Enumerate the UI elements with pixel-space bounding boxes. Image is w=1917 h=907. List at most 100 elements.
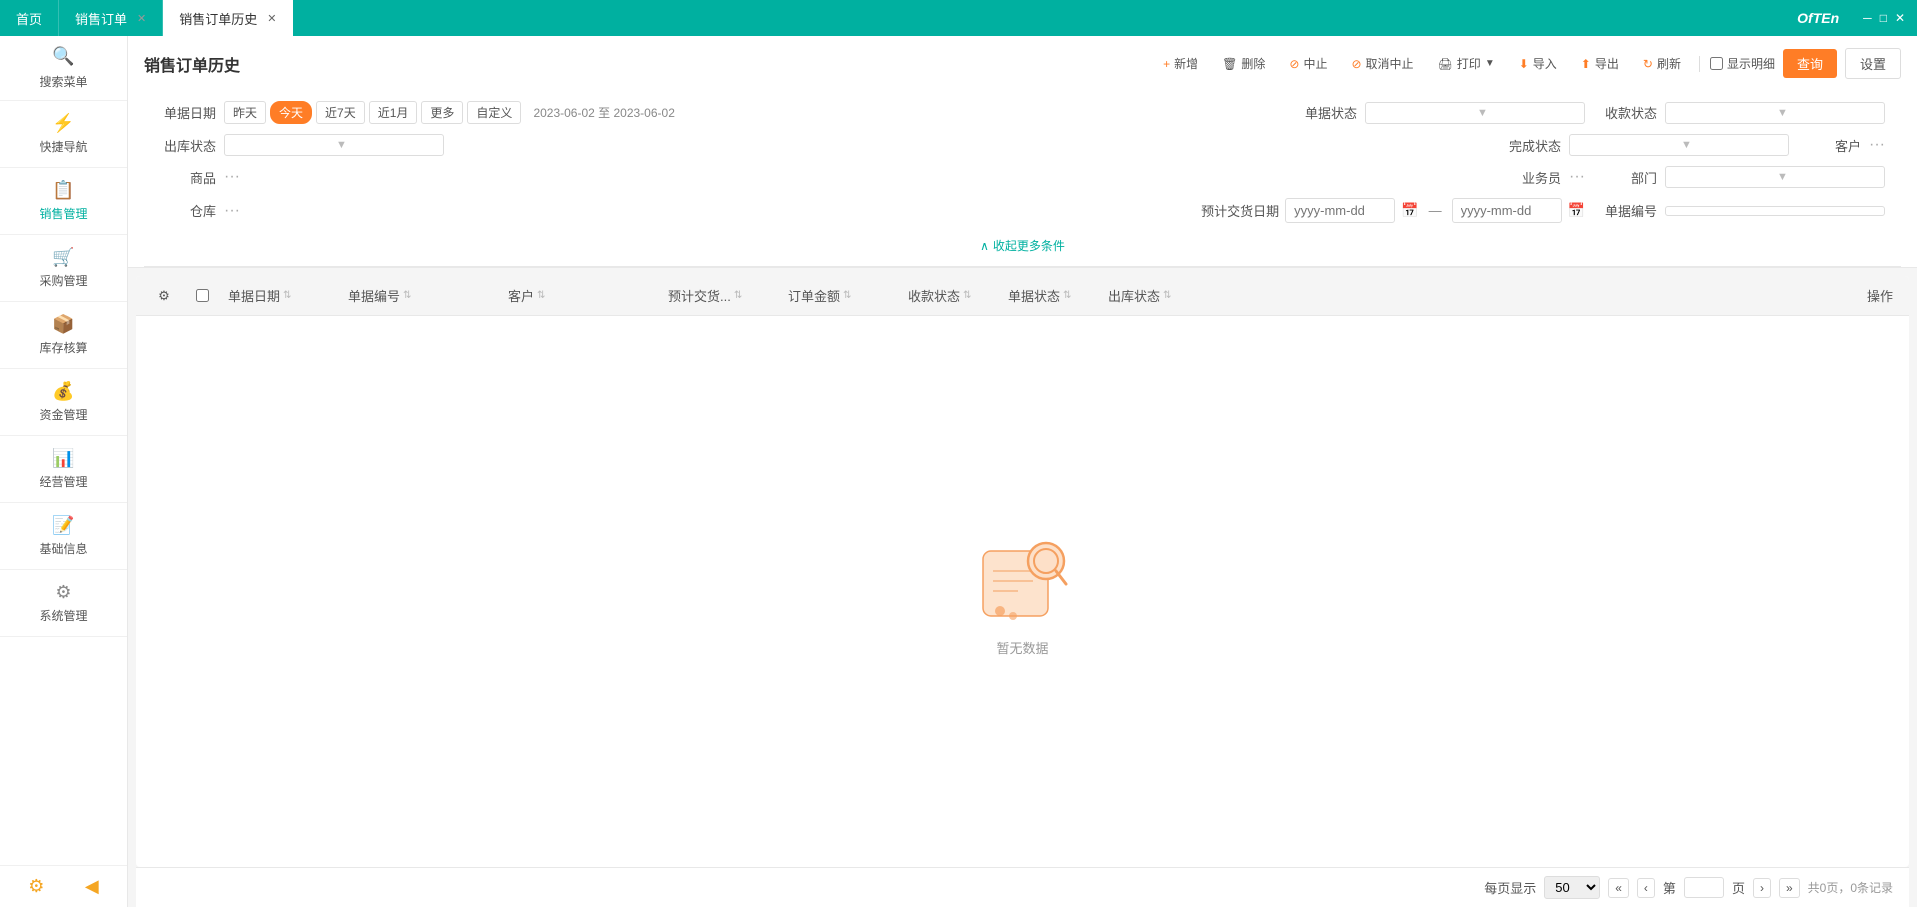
empty-state: 暂无数据 [923, 486, 1123, 697]
filter-row-4: 仓库 ··· 预计交货日期 📅 — 📅 单据编号 [160, 198, 1885, 223]
th-check[interactable] [184, 289, 220, 302]
date-btn-more[interactable]: 更多 [421, 101, 463, 124]
refresh-button[interactable]: ↻ 刷新 [1635, 51, 1689, 76]
sidebar-purchase-label: 采购管理 [39, 272, 87, 289]
th-doc-status[interactable]: 单据状态 ⇅ [1000, 286, 1100, 305]
window-close-button[interactable]: ✕ [1895, 11, 1905, 25]
sort-amount-icon: ⇅ [843, 291, 851, 301]
sidebar-item-finance[interactable]: 💰 资金管理 [0, 369, 127, 436]
th-settings[interactable]: ⚙ [144, 288, 184, 304]
tab-home[interactable]: 首页 [0, 0, 59, 36]
top-bar-right: OfTEn ─ □ ✕ [1781, 10, 1917, 26]
date-btn-7days[interactable]: 近7天 [316, 101, 365, 124]
import-button[interactable]: ⬇ 导入 [1511, 51, 1565, 76]
cancel-stop-button[interactable]: ⊘ 取消中止 [1343, 51, 1421, 76]
print-button[interactable]: 🖨 打印 ▼ [1430, 51, 1503, 76]
sidebar-base-info-label: 基础信息 [39, 540, 87, 557]
purchase-mgmt-icon: 🛒 [52, 247, 74, 268]
delivery-end-input[interactable] [1452, 198, 1562, 223]
current-page-input[interactable]: 1 [1684, 877, 1724, 898]
th-ops: 操作 [1200, 286, 1901, 305]
delete-icon: 🗑 [1222, 57, 1237, 71]
prev-page-button[interactable]: ‹ [1637, 878, 1655, 898]
sort-number-icon: ⇅ [403, 291, 411, 301]
doc-number-input[interactable] [1665, 206, 1885, 216]
customer-label: 客户 [1805, 136, 1861, 155]
sidebar-item-base-info[interactable]: 📝 基础信息 [0, 503, 127, 570]
complete-status-select[interactable]: ▼ [1569, 134, 1789, 156]
brand-text: OfTEn [1781, 10, 1855, 26]
sidebar-inventory-label: 库存核算 [39, 339, 87, 356]
sidebar-item-inventory[interactable]: 📦 库存核算 [0, 302, 127, 369]
salesperson-label: 业务员 [1505, 168, 1561, 187]
warehouse-input[interactable]: ··· [224, 202, 240, 220]
toolbar-divider [1699, 56, 1700, 72]
collapse-bar[interactable]: ∧ 收起更多条件 [160, 233, 1885, 256]
sidebar-item-purchase-mgmt[interactable]: 🛒 采购管理 [0, 235, 127, 302]
filter-row-1: 单据日期 昨天 今天 近7天 近1月 更多 自定义 2023-06-02 至 2… [160, 101, 1885, 124]
dept-select[interactable]: ▼ [1665, 166, 1885, 188]
th-pay-status[interactable]: 收款状态 ⇅ [900, 286, 1000, 305]
th-delivery[interactable]: 预计交货... ⇅ [660, 286, 780, 305]
settings-button[interactable]: 设置 [1845, 48, 1901, 79]
refresh-icon: ↻ [1643, 57, 1653, 71]
print-arrow: ▼ [1485, 58, 1495, 69]
date-btn-group: 昨天 今天 近7天 近1月 更多 自定义 [224, 101, 521, 124]
maximize-button[interactable]: □ [1880, 11, 1887, 25]
system-icon: ⚙ [55, 582, 71, 603]
next-page-button[interactable]: › [1753, 878, 1771, 898]
th-amount[interactable]: 订单金额 ⇅ [780, 286, 900, 305]
sidebar-item-operations[interactable]: 📊 经营管理 [0, 436, 127, 503]
th-date[interactable]: 单据日期 ⇅ [220, 286, 340, 305]
close-sales-history-tab[interactable]: ✕ [267, 12, 276, 25]
pay-status-select[interactable]: ▼ [1665, 102, 1885, 124]
cal-start-icon[interactable]: 📅 [1401, 202, 1418, 219]
tab-home-label: 首页 [16, 9, 42, 28]
sidebar-item-quick-nav[interactable]: ⚡ 快捷导航 [0, 101, 127, 168]
date-dash: — [1425, 203, 1446, 218]
tab-sales-history[interactable]: 销售订单历史 ✕ [163, 0, 293, 36]
salesperson-input[interactable]: ··· [1569, 168, 1585, 186]
show-detail-input[interactable] [1710, 57, 1723, 70]
delete-button[interactable]: 🗑 删除 [1214, 51, 1273, 76]
page-size-select[interactable]: 20 50 100 [1544, 876, 1600, 899]
date-btn-yesterday[interactable]: 昨天 [224, 101, 266, 124]
last-page-button[interactable]: » [1779, 878, 1800, 898]
export-button[interactable]: ⬆ 导出 [1573, 51, 1627, 76]
filter-ship-status-item: 出库状态 ▼ [160, 134, 444, 156]
filter-doc-status-item: 单据状态 ▼ [1301, 102, 1585, 124]
stop-button[interactable]: ⊘ 中止 [1281, 51, 1335, 76]
tab-sales-history-label: 销售订单历史 [179, 9, 257, 28]
top-bar: 首页 销售订单 ✕ 销售订单历史 ✕ OfTEn ─ □ ✕ [0, 0, 1917, 36]
pagination: 每页显示 20 50 100 « ‹ 第 1 页 › » 共0页，0条记录 [136, 867, 1909, 907]
sidebar-collapse-icon[interactable]: ◀ [85, 876, 99, 897]
th-number[interactable]: 单据编号 ⇅ [340, 286, 500, 305]
settings-col-icon: ⚙ [158, 288, 170, 304]
th-customer[interactable]: 客户 ⇅ [500, 286, 660, 305]
new-button[interactable]: + 新增 [1155, 51, 1206, 76]
customer-input[interactable]: ··· [1869, 136, 1885, 154]
collapse-up-icon: ∧ [980, 239, 989, 253]
product-input[interactable]: ··· [224, 168, 240, 186]
sidebar-item-search-menu[interactable]: 🔍 搜索菜单 [0, 36, 127, 101]
sidebar-finance-label: 资金管理 [39, 406, 87, 423]
select-all-checkbox[interactable] [196, 289, 209, 302]
query-button[interactable]: 查询 [1783, 49, 1837, 78]
sidebar-settings-icon[interactable]: ⚙ [28, 876, 44, 897]
cal-end-icon[interactable]: 📅 [1568, 202, 1585, 219]
tab-sales-order[interactable]: 销售订单 ✕ [59, 0, 163, 36]
show-detail-checkbox[interactable]: 显示明细 [1710, 55, 1775, 72]
minimize-button[interactable]: ─ [1863, 11, 1872, 25]
ship-status-select[interactable]: ▼ [224, 134, 444, 156]
sidebar-item-sales-mgmt[interactable]: 📋 销售管理 [0, 168, 127, 235]
date-btn-1month[interactable]: 近1月 [369, 101, 418, 124]
doc-status-select[interactable]: ▼ [1365, 102, 1585, 124]
th-ship-status[interactable]: 出库状态 ⇅ [1100, 286, 1200, 305]
delivery-start-input[interactable] [1285, 198, 1395, 223]
sidebar-item-system[interactable]: ⚙ 系统管理 [0, 570, 127, 637]
date-btn-custom[interactable]: 自定义 [467, 101, 521, 124]
close-sales-order-tab[interactable]: ✕ [137, 12, 146, 25]
first-page-button[interactable]: « [1608, 878, 1629, 898]
th-number-label: 单据编号 [348, 286, 400, 305]
date-btn-today[interactable]: 今天 [270, 101, 312, 124]
